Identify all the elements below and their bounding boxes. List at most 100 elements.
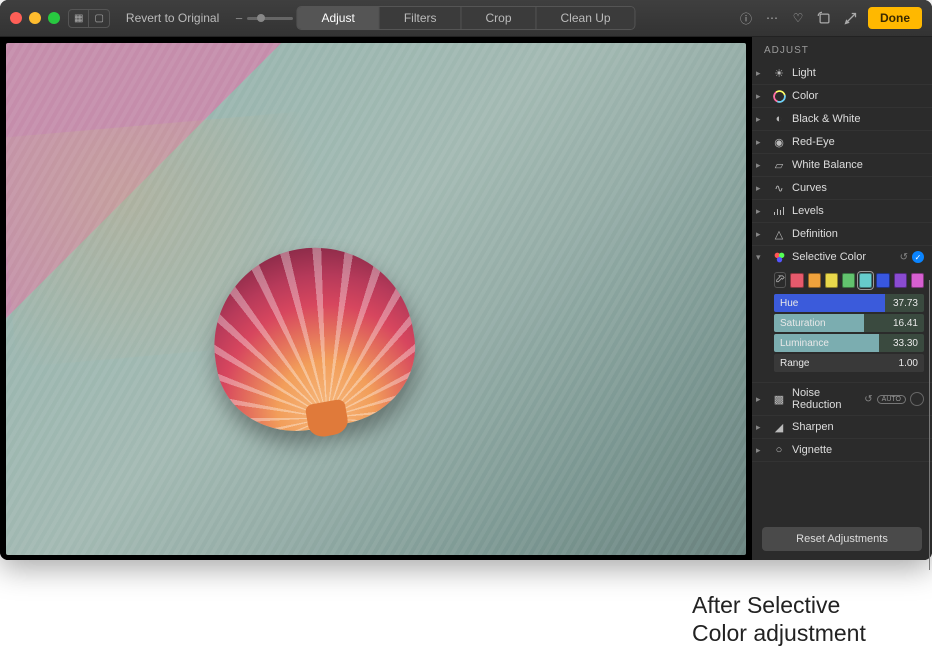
titlebar: ▦ ▢ Revert to Original − + Adjust Filter… xyxy=(0,0,932,37)
zoom-out-icon[interactable]: − xyxy=(235,11,243,26)
zoom-window-button[interactable] xyxy=(48,12,60,24)
tab-adjust[interactable]: Adjust xyxy=(297,7,378,29)
white-balance-icon: ▱ xyxy=(772,158,786,172)
adjust-row-definition[interactable]: ▸ △ Definition xyxy=(752,223,932,246)
slider-value: 37.73 xyxy=(893,298,924,309)
tab-filters[interactable]: Filters xyxy=(379,7,461,29)
annotation-line1: After Selective xyxy=(692,592,840,618)
reset-section-icon[interactable]: ↺ xyxy=(864,394,872,405)
halftone-icon: ◐ xyxy=(772,112,786,126)
auto-button[interactable]: AUTO xyxy=(877,395,906,404)
slider-hue[interactable]: Hue 37.73 xyxy=(774,294,924,312)
zoom-slider[interactable]: − + xyxy=(235,11,304,26)
chevron-right-icon: ▸ xyxy=(756,114,766,125)
tab-crop[interactable]: Crop xyxy=(460,7,535,29)
chevron-right-icon: ▸ xyxy=(756,422,766,433)
zoom-track[interactable] xyxy=(247,17,293,20)
eyedropper-button[interactable] xyxy=(774,272,786,288)
chevron-right-icon: ▸ xyxy=(756,68,766,79)
close-window-button[interactable] xyxy=(10,12,22,24)
selective-color-body: Hue 37.73 Saturation 16.41 Luminance 33.… xyxy=(752,268,932,383)
chevron-right-icon: ▸ xyxy=(756,229,766,240)
adjust-row-color[interactable]: ▸ Color xyxy=(752,85,932,108)
sun-icon: ☀ xyxy=(772,66,786,80)
swatch-purple[interactable] xyxy=(894,273,907,288)
edit-mode-tabs: Adjust Filters Crop Clean Up xyxy=(296,6,635,30)
adjust-row-label: Color xyxy=(792,90,924,102)
adjust-row-bw[interactable]: ▸ ◐ Black & White xyxy=(752,108,932,131)
edited-photo xyxy=(6,43,746,555)
adjust-panel-header: ADJUST xyxy=(752,37,932,62)
window-controls xyxy=(10,12,60,24)
slider-value: 1.00 xyxy=(899,358,924,369)
swatch-cyan[interactable] xyxy=(859,273,872,288)
adjust-row-selective-color[interactable]: ▾ Selective Color ↺ ✓ xyxy=(752,246,932,268)
adjust-row-label: Selective Color xyxy=(792,251,894,263)
swatch-orange[interactable] xyxy=(808,273,821,288)
photos-edit-window: ▦ ▢ Revert to Original − + Adjust Filter… xyxy=(0,0,932,560)
adjust-row-label: White Balance xyxy=(792,159,924,171)
slider-label: Saturation xyxy=(774,318,893,329)
adjust-row-sharpen[interactable]: ▸ ◢ Sharpen xyxy=(752,416,932,439)
adjust-row-wb[interactable]: ▸ ▱ White Balance xyxy=(752,154,932,177)
adjust-row-label: Vignette xyxy=(792,444,924,456)
chevron-down-icon: ▾ xyxy=(756,252,766,263)
minimize-window-button[interactable] xyxy=(29,12,41,24)
levels-icon xyxy=(772,204,786,218)
vignette-icon: ○ xyxy=(772,443,786,457)
slider-label: Luminance xyxy=(774,338,893,349)
slider-range[interactable]: Range 1.00 xyxy=(774,354,924,372)
done-button[interactable]: Done xyxy=(868,7,922,29)
chevron-right-icon: ▸ xyxy=(756,394,766,405)
view-grid-icon[interactable]: ▦ xyxy=(69,10,88,27)
adjust-row-label: Light xyxy=(792,67,924,79)
adjust-row-levels[interactable]: ▸ Levels xyxy=(752,200,932,223)
adjust-row-label: Noise Reduction xyxy=(792,387,858,411)
chevron-right-icon: ▸ xyxy=(756,137,766,148)
sharpen-icon: ◢ xyxy=(772,420,786,434)
adjust-row-noise-reduction[interactable]: ▸ ▩ Noise Reduction ↺ AUTO xyxy=(752,383,932,416)
adjust-row-label: Sharpen xyxy=(792,421,924,433)
zoom-knob[interactable] xyxy=(257,14,265,22)
swatch-blue[interactable] xyxy=(876,273,889,288)
slider-luminance[interactable]: Luminance 33.30 xyxy=(774,334,924,352)
editor-body: ADJUST ▸ ☀ Light ▸ Color ▸ ◐ Black & Wh xyxy=(0,37,932,560)
swatch-magenta[interactable] xyxy=(911,273,924,288)
adjust-row-curves[interactable]: ▸ ∿ Curves xyxy=(752,177,932,200)
section-enabled-toggle[interactable] xyxy=(910,392,924,406)
slider-saturation[interactable]: Saturation 16.41 xyxy=(774,314,924,332)
swatch-yellow[interactable] xyxy=(825,273,838,288)
chevron-right-icon: ▸ xyxy=(756,183,766,194)
view-single-icon[interactable]: ▢ xyxy=(88,10,108,27)
swatch-green[interactable] xyxy=(842,273,855,288)
reset-section-icon[interactable]: ↺ xyxy=(900,252,908,263)
chevron-right-icon: ▸ xyxy=(756,160,766,171)
selective-color-icon xyxy=(772,250,786,264)
more-icon[interactable]: ⋯ xyxy=(764,10,780,26)
adjust-row-label: Levels xyxy=(792,205,924,217)
annotation-caption: After Selective Color adjustment xyxy=(692,591,932,649)
adjust-row-label: Red-Eye xyxy=(792,136,924,148)
slider-value: 33.30 xyxy=(893,338,924,349)
adjust-row-light[interactable]: ▸ ☀ Light xyxy=(752,62,932,85)
rotate-icon[interactable] xyxy=(816,10,832,26)
chevron-right-icon: ▸ xyxy=(756,91,766,102)
info-icon[interactable]: ⓘ xyxy=(738,10,754,26)
section-enabled-toggle[interactable]: ✓ xyxy=(912,251,924,263)
favorite-icon[interactable]: ♡ xyxy=(790,10,806,26)
triangle-icon: △ xyxy=(772,227,786,241)
slider-value: 16.41 xyxy=(893,318,924,329)
view-mode-segmented[interactable]: ▦ ▢ xyxy=(68,9,110,28)
tab-cleanup[interactable]: Clean Up xyxy=(536,7,635,29)
revert-to-original-button[interactable]: Revert to Original xyxy=(118,7,227,29)
annotation-leader-line xyxy=(929,280,930,570)
grain-icon: ▩ xyxy=(772,392,786,406)
swatch-red[interactable] xyxy=(790,273,803,288)
adjust-row-redeye[interactable]: ▸ ◉ Red-Eye xyxy=(752,131,932,154)
photo-canvas[interactable] xyxy=(0,37,752,560)
chevron-right-icon: ▸ xyxy=(756,206,766,217)
adjust-row-vignette[interactable]: ▸ ○ Vignette xyxy=(752,439,932,462)
reset-adjustments-button[interactable]: Reset Adjustments xyxy=(762,527,922,551)
slider-label: Range xyxy=(774,358,899,369)
auto-enhance-icon[interactable] xyxy=(842,10,858,26)
